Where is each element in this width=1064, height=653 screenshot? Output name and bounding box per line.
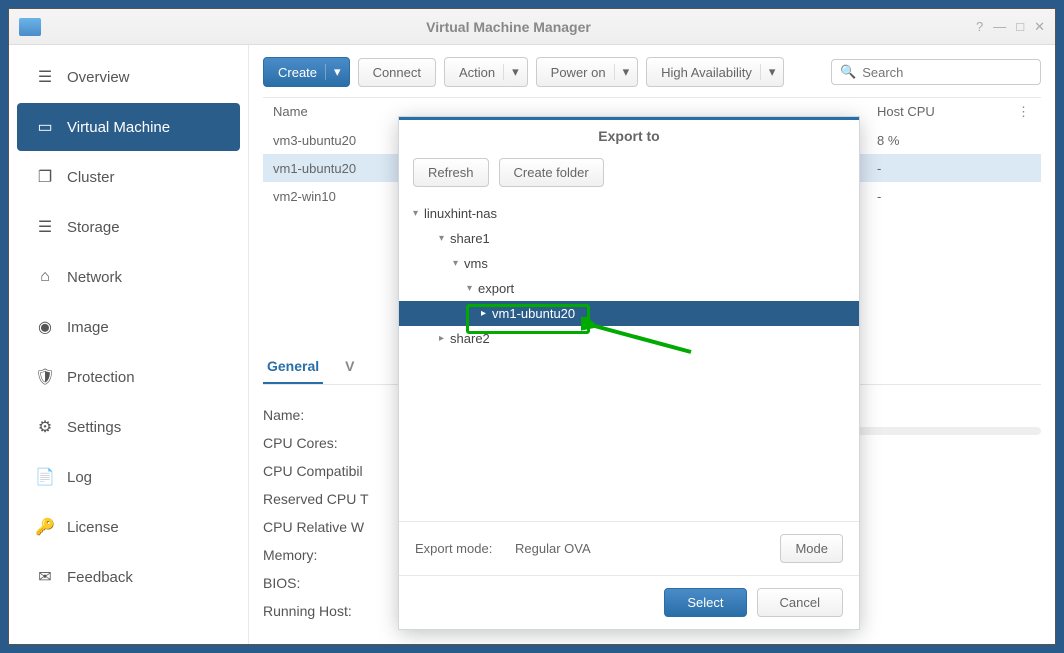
cell-cpu: - [877,189,1017,204]
cell-name: vm2-win10 [273,189,373,204]
search-icon: 🔍 [840,64,856,80]
export-mode-value: Regular OVA [515,541,591,556]
sidebar-item-virtual-machine[interactable]: ▭ Virtual Machine [17,103,240,151]
chevron-down-icon[interactable]: ▾ [614,64,630,80]
sidebar-item-label: Cluster [67,169,115,186]
tab-other[interactable]: V [341,350,358,384]
sidebar-item-license[interactable]: 🔑 License [17,503,240,551]
column-menu-icon[interactable]: ⋮ [1017,104,1031,120]
app-icon [19,18,41,36]
folder-tree: ▾linuxhint-nas ▾share1 ▾vms ▾export ▸vm1… [399,193,859,351]
mail-icon: ✉ [35,568,55,586]
app-window: Virtual Machine Manager ? — □ ✕ ☰ Overvie… [8,8,1056,645]
sidebar: ☰ Overview ▭ Virtual Machine ❐ Cluster ☰ Sto… [9,45,249,644]
cancel-button[interactable]: Cancel [757,588,843,617]
chevron-right-icon: ▸ [481,308,486,319]
sidebar-item-image[interactable]: ◉ Image [17,303,240,351]
tab-general[interactable]: General [263,350,323,384]
storage-icon: ☰ [35,218,55,236]
sidebar-item-label: Protection [67,369,135,386]
connect-button[interactable]: Connect [358,58,436,87]
sidebar-item-label: Virtual Machine [67,119,170,136]
window-title: Virtual Machine Manager [41,19,976,35]
chevron-down-icon: ▾ [453,258,458,269]
tree-item-share2[interactable]: ▸share2 [413,326,845,351]
chevron-down-icon[interactable]: ▾ [760,64,776,80]
column-name[interactable]: Name [273,104,373,120]
sidebar-item-network[interactable]: ⌂ Network [17,253,240,301]
minimize-icon[interactable]: — [993,19,1006,35]
chevron-down-icon: ▾ [467,283,472,294]
overview-icon: ☰ [35,68,55,86]
chevron-right-icon: ▸ [439,333,444,344]
high-availability-button[interactable]: High Availability▾ [646,57,784,87]
sidebar-item-label: License [67,519,119,536]
sidebar-item-overview[interactable]: ☰ Overview [17,53,240,101]
maximize-icon[interactable]: □ [1016,19,1024,35]
cluster-icon: ❐ [35,168,55,186]
chevron-down-icon: ▾ [413,208,418,219]
select-button[interactable]: Select [664,588,746,617]
create-folder-button[interactable]: Create folder [499,158,604,187]
cell-cpu: 8 % [877,133,1017,148]
shield-icon: 🛡 [35,368,55,386]
search-input[interactable] [862,65,1032,80]
refresh-button[interactable]: Refresh [413,158,489,187]
sidebar-item-cluster[interactable]: ❐ Cluster [17,153,240,201]
body-area: ☰ Overview ▭ Virtual Machine ❐ Cluster ☰ Sto… [9,45,1055,644]
tree-item-vm1-ubuntu20[interactable]: ▸vm1-ubuntu20 [399,301,859,326]
action-button[interactable]: Action▾ [444,57,528,87]
tree-item-root[interactable]: ▾linuxhint-nas [413,201,845,226]
power-on-button[interactable]: Power on▾ [536,57,638,87]
sidebar-item-label: Network [67,269,122,286]
sidebar-item-label: Log [67,469,92,486]
gear-icon: ⚙ [35,418,55,436]
mode-button[interactable]: Mode [780,534,843,563]
help-icon[interactable]: ? [976,19,983,35]
tree-item-share1[interactable]: ▾share1 [413,226,845,251]
cell-name: vm1-ubuntu20 [273,161,373,176]
tree-item-export[interactable]: ▾export [413,276,845,301]
sidebar-item-label: Overview [67,69,130,86]
sidebar-item-log[interactable]: 📄 Log [17,453,240,501]
column-host-cpu[interactable]: Host CPU [877,104,1017,120]
sidebar-item-label: Image [67,319,109,336]
close-icon[interactable]: ✕ [1034,19,1045,35]
vm-icon: ▭ [35,118,55,136]
title-bar: Virtual Machine Manager ? — □ ✕ [9,9,1055,45]
export-modal: Export to Refresh Create folder ▾linuxhi… [399,117,859,629]
cell-cpu: - [877,161,1017,176]
network-icon: ⌂ [35,268,55,286]
cell-name: vm3-ubuntu20 [273,133,373,148]
search-box[interactable]: 🔍 [831,59,1041,85]
export-mode-label: Export mode: [415,541,515,556]
sidebar-item-label: Storage [67,219,120,236]
sidebar-item-protection[interactable]: 🛡 Protection [17,353,240,401]
sidebar-item-label: Feedback [67,569,133,586]
modal-toolbar: Refresh Create folder [399,152,859,193]
create-button[interactable]: Create▾ [263,57,350,87]
toolbar: Create▾ Connect Action▾ Power on▾ High A… [263,57,1041,87]
chevron-down-icon: ▾ [439,233,444,244]
sidebar-item-label: Settings [67,419,121,436]
log-icon: 📄 [35,468,55,486]
chevron-down-icon[interactable]: ▾ [325,64,341,80]
image-icon: ◉ [35,318,55,336]
chevron-down-icon[interactable]: ▾ [503,64,519,80]
modal-export-mode-row: Export mode: Regular OVA Mode [399,521,859,575]
key-icon: 🔑 [35,518,55,536]
sidebar-item-feedback[interactable]: ✉ Feedback [17,553,240,601]
modal-footer: Select Cancel [399,575,859,629]
tree-item-vms[interactable]: ▾vms [413,251,845,276]
sidebar-item-storage[interactable]: ☰ Storage [17,203,240,251]
modal-title: Export to [399,120,859,152]
window-controls: ? — □ ✕ [976,19,1045,35]
sidebar-item-settings[interactable]: ⚙ Settings [17,403,240,451]
